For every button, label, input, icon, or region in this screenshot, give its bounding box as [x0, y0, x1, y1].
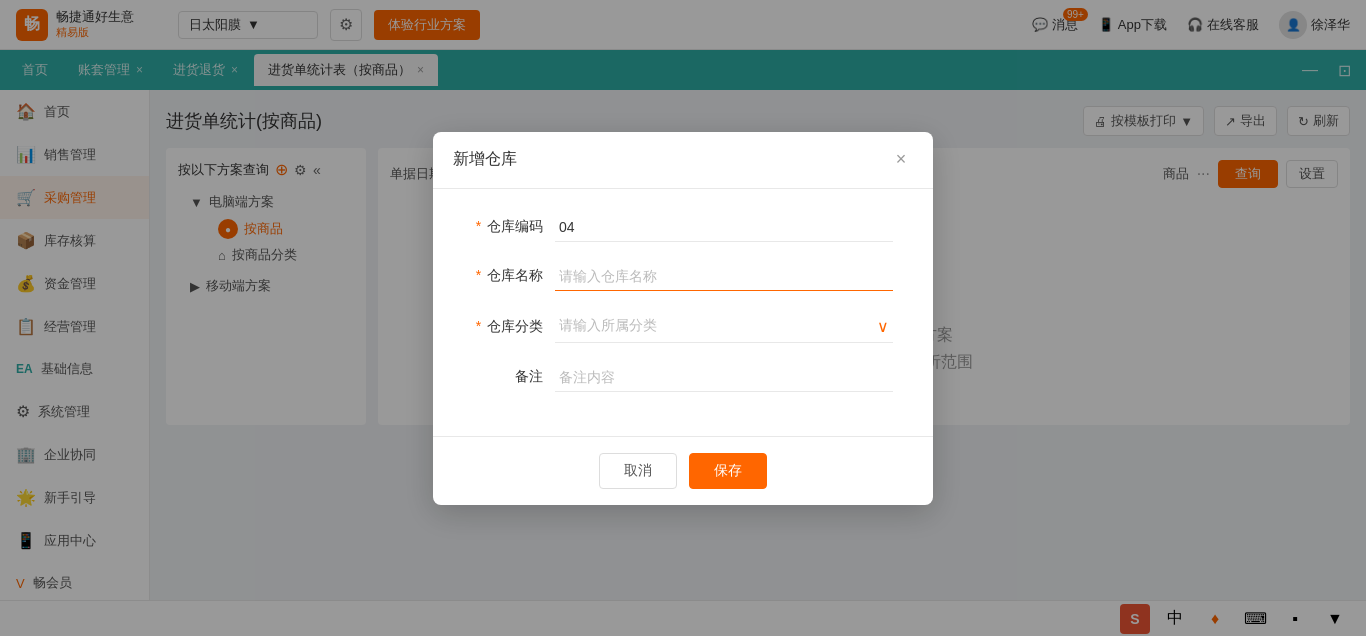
form-row-name: * 仓库名称 [473, 262, 893, 291]
cancel-button[interactable]: 取消 [599, 453, 677, 489]
modal-overlay: 新增仓库 × * 仓库编码 * 仓库名称 [0, 0, 1366, 636]
note-input[interactable] [555, 363, 893, 392]
name-input[interactable] [555, 262, 893, 291]
form-row-note: 备注 [473, 363, 893, 392]
modal-body: * 仓库编码 * 仓库名称 * 仓库分类 请输入所属 [433, 189, 933, 436]
code-input[interactable] [555, 213, 893, 242]
form-row-category: * 仓库分类 请输入所属分类 ∨ [473, 311, 893, 343]
modal-close-button[interactable]: × [889, 148, 913, 172]
modal-title: 新增仓库 [453, 149, 517, 170]
category-placeholder: 请输入所属分类 [559, 317, 657, 335]
category-label: * 仓库分类 [473, 318, 543, 336]
required-star-name: * [476, 267, 481, 283]
required-star-code: * [476, 218, 481, 234]
form-row-code: * 仓库编码 [473, 213, 893, 242]
category-dropdown-icon: ∨ [877, 317, 889, 336]
name-label: * 仓库名称 [473, 267, 543, 285]
category-select[interactable]: 请输入所属分类 ∨ [555, 311, 893, 343]
required-star-category: * [476, 318, 481, 334]
save-button[interactable]: 保存 [689, 453, 767, 489]
note-label: 备注 [473, 368, 543, 386]
code-label: * 仓库编码 [473, 218, 543, 236]
modal-dialog: 新增仓库 × * 仓库编码 * 仓库名称 [433, 132, 933, 505]
modal-header: 新增仓库 × [433, 132, 933, 189]
modal-footer: 取消 保存 [433, 436, 933, 505]
